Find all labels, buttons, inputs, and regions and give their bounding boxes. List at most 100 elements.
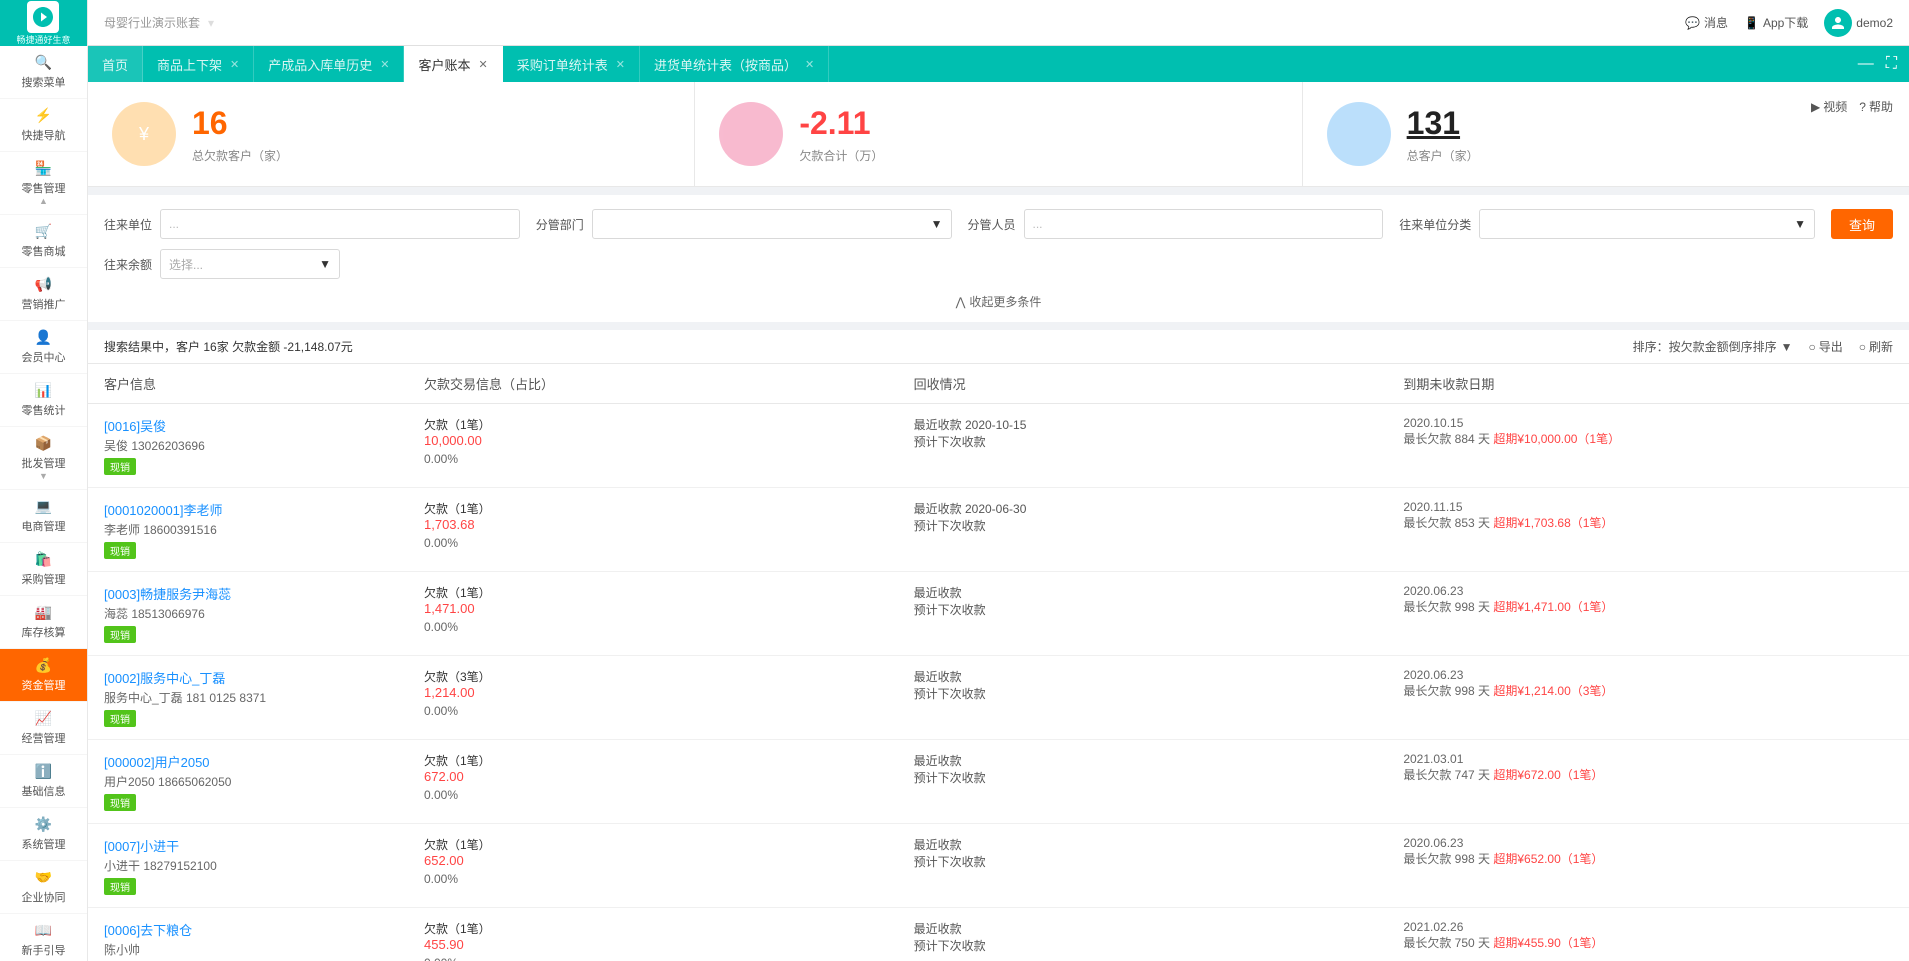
customer-name-3[interactable]: [0002]服务中心_丁磊 [104,668,424,687]
sidebar-item-member[interactable]: 👤 会员中心 [0,321,87,374]
stat-icon-total-customers [1327,102,1391,166]
person-input[interactable]: ... [1024,209,1384,239]
sidebar-item-basic-info[interactable]: ℹ️ 基础信息 [0,755,87,808]
debt-amount-5: 652.00 [424,853,914,868]
tab-import-stats[interactable]: 进货单统计表（按商品） ✕ [640,46,829,82]
source-category-select[interactable]: ▼ [1479,209,1815,239]
sidebar-item-marketing[interactable]: 📢 营销推广 [0,268,87,321]
stat-icon-overdue-amount [719,102,783,166]
tab-purchase-order[interactable]: 采购订单统计表 ✕ [503,46,640,82]
sidebar-item-retail-stats[interactable]: 📊 零售统计 [0,374,87,427]
stat-card-total-customers: 131 总客户（家） ▶ 视频 ? 帮助 [1303,82,1909,186]
tab-product-off-close[interactable]: ✕ [230,58,239,71]
tab-product-off[interactable]: 商品上下架 ✕ [143,46,254,82]
tab-production-history-close[interactable]: ✕ [380,58,389,71]
results-bar: 搜索结果中，客户 16家 欠款金额 -21,148.07元 排序：按欠款金额倒序… [88,330,1909,364]
sidebar-item-inventory[interactable]: 🏭 库存核算 [0,596,87,649]
retail-stats-icon: 📊 [4,382,83,399]
sidebar-item-purchase[interactable]: 🛍️ 采购管理 [0,543,87,596]
collapse-btn[interactable]: ⋀ 收起更多条件 [956,293,1042,310]
new-guide-icon: 📖 [4,922,83,939]
refresh-btn[interactable]: ○ 刷新 [1859,338,1893,355]
tab-home[interactable]: 首页 [88,46,143,82]
sidebar-item-basic-info-label: 基础信息 [4,783,83,799]
debt-pct-4: 0.00% [424,788,914,802]
user-profile[interactable]: demo2 [1824,9,1893,37]
customer-name-2[interactable]: [0003]畅捷服务尹海蕊 [104,584,424,603]
sidebar-item-enterprise[interactable]: 🤝 企业协同 [0,861,87,914]
overdue-link-6[interactable]: 超期¥455.90（1笔） [1493,936,1603,950]
tab-customer-account[interactable]: 客户账本 ✕ [404,46,502,82]
overdue-link-3[interactable]: 超期¥1,214.00（3笔） [1493,684,1613,698]
overdue-link-5[interactable]: 超期¥652.00（1笔） [1493,852,1603,866]
results-info: 搜索结果中，客户 16家 欠款金额 -21,148.07元 [104,338,353,355]
debt-amount-1: 1,703.68 [424,517,914,532]
data-table: 客户信息 欠款交易信息（占比） 回收情况 到期未收款日期 [0016]吴俊 吴俊… [88,364,1909,961]
app-download-btn[interactable]: 📱 App下载 [1744,14,1808,31]
sidebar-item-ecommerce[interactable]: 💻 电商管理 [0,490,87,543]
source-unit-input[interactable]: ... [160,209,520,239]
search-button[interactable]: 查询 [1831,209,1893,239]
stat-actions: ▶ 视频 ? 帮助 [1811,98,1893,115]
chevron-down-icon: ▲ [39,196,48,206]
tab-production-history[interactable]: 产成品入库单历史 ✕ [254,46,404,82]
overdue-link-1[interactable]: 超期¥1,703.68（1笔） [1493,516,1613,530]
message-btn[interactable]: 💬 消息 [1685,14,1728,31]
video-action[interactable]: ▶ 视频 [1811,98,1847,115]
customer-sub-0: 吴俊 13026203696 [104,437,424,454]
stat-content-overdue: 16 总欠款客户（家） [192,104,670,163]
sidebar-item-search[interactable]: 🔍 搜索菜单 [0,46,87,99]
recovery-info-1: 最近收款 2020-06-30 预计下次收款 [914,500,1404,534]
results-amount-label: 欠款金额 [232,340,280,354]
tabs-expand-btn[interactable]: ⛶ [1882,55,1901,73]
sidebar-item-quick-nav[interactable]: ⚡ 快捷导航 [0,99,87,152]
tab-import-stats-close[interactable]: ✕ [805,58,814,71]
tab-product-off-label: 商品上下架 [157,55,222,74]
dept-select[interactable]: ▼ [592,209,952,239]
sidebar-item-inventory-label: 库存核算 [4,624,83,640]
due-info-6: 2021.02.26 最长欠款 750 天 超期¥455.90（1笔） [1403,920,1893,951]
overdue-amount-label: 欠款合计（万） [799,147,1277,164]
customer-name-5[interactable]: [0007]小进干 [104,836,424,855]
overdue-link-4[interactable]: 超期¥672.00（1笔） [1493,768,1603,782]
tabs-minimize-btn[interactable]: — [1854,55,1878,73]
tab-purchase-order-close[interactable]: ✕ [616,58,625,71]
customer-name-1[interactable]: [0001020001]李老师 [104,500,424,519]
customer-name-0[interactable]: [0016]吴俊 [104,416,424,435]
overdue-days-text-4: 最长欠款 747 天 [1403,768,1490,782]
svg-text:¥: ¥ [138,124,150,144]
sidebar-item-retail-mgmt[interactable]: 🏪 零售管理 ▲ [0,152,87,215]
sidebar-item-retail-mall[interactable]: 🛒 零售商城 [0,215,87,268]
help-action[interactable]: ? 帮助 [1859,98,1893,115]
col-header-due: 到期未收款日期 [1403,374,1893,393]
sidebar-item-batch-mgmt[interactable]: 📦 批发管理 ▼ [0,427,87,490]
customer-name-4[interactable]: [000002]用户2050 [104,752,424,771]
overdue-link-0[interactable]: 超期¥10,000.00（1笔） [1493,432,1620,446]
sidebar-item-finance[interactable]: 💰 资金管理 [0,649,87,702]
sidebar-item-operations[interactable]: 📈 经营管理 [0,702,87,755]
recovery-info-5: 最近收款 预计下次收款 [914,836,1404,870]
filter-balance: 往来余额 选择... ▼ [104,249,1893,279]
marketing-icon: 📢 [4,276,83,293]
ecommerce-icon: 💻 [4,498,83,515]
next-collection-3: 预计下次收款 [914,685,1404,702]
tab-customer-account-close[interactable]: ✕ [479,58,488,71]
customer-tag-4: 现销 [104,794,136,811]
sidebar-item-batch-mgmt-label: 批发管理 [22,455,66,471]
export-label: 导出 [1819,338,1843,355]
balance-select[interactable]: 选择... ▼ [160,249,340,279]
collapse-label: 收起更多条件 [969,293,1041,310]
sidebar-item-system[interactable]: ⚙️ 系统管理 [0,808,87,861]
overdue-customers-value: 16 [192,104,670,142]
sort-select[interactable]: 排序：按欠款金额倒序排序 ▼ [1633,338,1793,355]
export-btn[interactable]: ○ 导出 [1808,338,1842,355]
filter-dept: 分管部门 ▼ [536,209,952,239]
last-collection-5: 最近收款 [914,836,1404,853]
results-amount-value: -21,148.07元 [283,340,352,354]
sidebar-item-new-guide[interactable]: 📖 新手引导 [0,914,87,961]
refresh-icon: ○ [1859,340,1866,354]
customer-name-6[interactable]: [0006]去下粮仓 [104,920,424,939]
overdue-link-2[interactable]: 超期¥1,471.00（1笔） [1493,600,1613,614]
sort-chevron-icon: ▼ [1781,340,1793,354]
results-actions: 排序：按欠款金额倒序排序 ▼ ○ 导出 ○ 刷新 [1633,338,1893,355]
